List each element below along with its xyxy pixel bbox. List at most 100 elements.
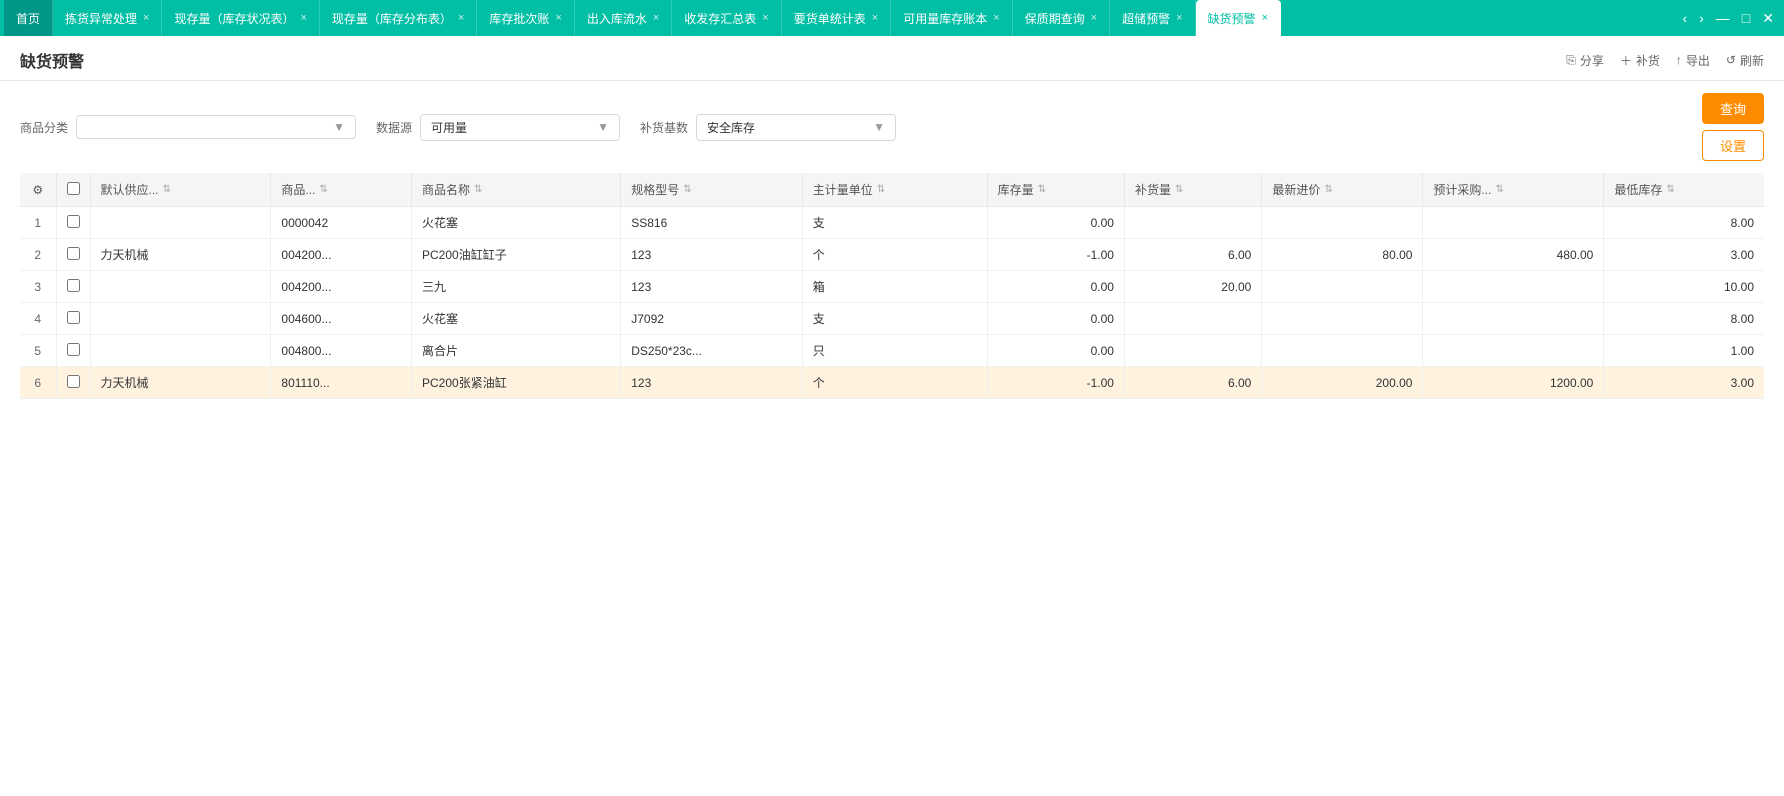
col-header-goods_name[interactable]: 商品名称⇅	[412, 173, 621, 207]
cell-latest_price-0	[1262, 207, 1423, 239]
col-header-latest_price[interactable]: 最新进价 ⇅	[1262, 173, 1423, 207]
settings-button[interactable]: 设置	[1702, 130, 1764, 161]
tab-item-10[interactable]: 超储预警×	[1110, 0, 1195, 36]
sort-icon-spec[interactable]: ⇅	[683, 184, 691, 195]
refresh-button[interactable]: ↺ 刷新	[1726, 52, 1764, 69]
checkbox-input-5[interactable]	[67, 375, 80, 388]
page-header: 缺货预警 ⎘ 分享 ＋ 补货 ↑ 导出 ↺ 刷新	[0, 36, 1784, 81]
cell-est_purchase-3	[1423, 303, 1604, 335]
cell-min_stock-4: 1.00	[1604, 335, 1764, 367]
tab-close-3[interactable]: ×	[458, 12, 464, 24]
tab-item-3[interactable]: 现存量（库存分布表）×	[320, 0, 477, 36]
filter-row: 商品分类 ▼ 数据源 可用量 ▼ 补货基数 安全库存 ▼ 查询 设置	[0, 81, 1784, 173]
tab-close-2[interactable]: ×	[300, 12, 306, 24]
datasource-label: 数据源	[376, 119, 412, 136]
row-num-0: 1	[20, 207, 56, 239]
datasource-select[interactable]: 可用量 ▼	[420, 114, 620, 141]
sort-icon-goods_name[interactable]: ⇅	[474, 184, 482, 195]
cell-unit-4: 只	[802, 335, 987, 367]
tab-close-7[interactable]: ×	[872, 12, 878, 24]
col-label-min_stock: 最低库存	[1614, 181, 1662, 198]
sort-icon-latest_price[interactable]: ⇅	[1324, 184, 1332, 195]
cell-latest_price-4	[1262, 335, 1423, 367]
col-header-spec[interactable]: 规格型号⇅	[621, 173, 803, 207]
sort-icon-supplier[interactable]: ⇅	[163, 184, 171, 195]
export-icon: ↑	[1676, 53, 1682, 67]
cell-replenish-3	[1124, 303, 1261, 335]
col-header-stock[interactable]: 库存量⇅	[987, 173, 1124, 207]
tab-close-11[interactable]: ×	[1262, 12, 1268, 24]
export-button[interactable]: ↑ 导出	[1676, 52, 1710, 69]
sort-icon-stock[interactable]: ⇅	[1038, 184, 1046, 195]
category-filter-group: 商品分类 ▼	[20, 115, 356, 139]
col-header-checkbox	[56, 173, 90, 207]
col-header-min_stock[interactable]: 最低库存 ⇅	[1604, 173, 1764, 207]
row-checkbox-1[interactable]	[56, 239, 90, 271]
datasource-filter-group: 数据源 可用量 ▼	[376, 114, 620, 141]
main-content: 缺货预警 ⎘ 分享 ＋ 补货 ↑ 导出 ↺ 刷新 商品分类	[0, 36, 1784, 796]
window-maximize-btn[interactable]: □	[1736, 0, 1756, 36]
row-checkbox-4[interactable]	[56, 335, 90, 367]
tab-item-8[interactable]: 可用量库存账本×	[891, 0, 1012, 36]
tab-item-0[interactable]: 首页	[4, 0, 53, 36]
sort-icon-replenish[interactable]: ⇅	[1175, 184, 1183, 195]
replenish-base-select[interactable]: 安全库存 ▼	[696, 114, 896, 141]
gear-icon[interactable]: ⚙	[32, 183, 43, 197]
replenish-base-value: 安全库存	[707, 119, 755, 136]
cell-spec-0: SS816	[621, 207, 803, 239]
tab-prev-btn[interactable]: ‹	[1676, 0, 1693, 36]
checkbox-input-3[interactable]	[67, 311, 80, 324]
row-checkbox-0[interactable]	[56, 207, 90, 239]
category-select[interactable]: ▼	[76, 115, 356, 139]
tab-close-9[interactable]: ×	[1091, 12, 1097, 24]
replenish-button[interactable]: ＋ 补货	[1620, 52, 1660, 69]
tab-item-5[interactable]: 出入库流水×	[575, 0, 672, 36]
window-close-btn[interactable]: ✕	[1756, 0, 1780, 36]
col-header-goods_code[interactable]: 商品...⇅	[271, 173, 412, 207]
tab-item-4[interactable]: 库存批次账×	[477, 0, 574, 36]
cell-unit-1: 个	[802, 239, 987, 271]
tab-item-9[interactable]: 保质期查询×	[1013, 0, 1110, 36]
checkbox-input-2[interactable]	[67, 279, 80, 292]
table-row: 5004800...离合片DS250*23c...只0.001.00	[20, 335, 1764, 367]
col-header-supplier[interactable]: 默认供应...⇅	[90, 173, 271, 207]
col-header-replenish[interactable]: 补货量⇅	[1124, 173, 1261, 207]
cell-latest_price-5: 200.00	[1262, 367, 1423, 399]
col-label-latest_price: 最新进价	[1272, 181, 1320, 198]
checkbox-input-0[interactable]	[67, 215, 80, 228]
cell-goods_name-1: PC200油缸缸子	[412, 239, 621, 271]
tab-item-2[interactable]: 现存量（库存状况表）×	[162, 0, 319, 36]
tab-close-8[interactable]: ×	[993, 12, 999, 24]
share-button[interactable]: ⎘ 分享	[1566, 52, 1604, 69]
query-button[interactable]: 查询	[1702, 93, 1764, 124]
tab-item-6[interactable]: 收发存汇总表×	[672, 0, 781, 36]
sort-icon-est_purchase[interactable]: ⇅	[1495, 184, 1503, 195]
col-header-unit[interactable]: 主计量单位⇅	[802, 173, 987, 207]
tab-close-5[interactable]: ×	[653, 12, 659, 24]
tab-item-1[interactable]: 拣货异常处理×	[53, 0, 162, 36]
cell-supplier-2	[90, 271, 271, 303]
sort-icon-goods_code[interactable]: ⇅	[319, 184, 327, 195]
tab-close-4[interactable]: ×	[555, 12, 561, 24]
select-all-checkbox[interactable]	[67, 182, 80, 195]
col-header-est_purchase[interactable]: 预计采购...⇅	[1423, 173, 1604, 207]
tab-close-10[interactable]: ×	[1176, 12, 1182, 24]
table-row: 3004200...三九123箱0.0020.0010.00	[20, 271, 1764, 303]
tab-next-btn[interactable]: ›	[1693, 0, 1710, 36]
row-checkbox-2[interactable]	[56, 271, 90, 303]
sort-icon-min_stock[interactable]: ⇅	[1666, 184, 1674, 195]
tab-close-6[interactable]: ×	[762, 12, 768, 24]
tab-close-1[interactable]: ×	[143, 12, 149, 24]
sort-icon-unit[interactable]: ⇅	[877, 184, 885, 195]
page-title: 缺货预警	[20, 48, 1566, 72]
row-checkbox-5[interactable]	[56, 367, 90, 399]
cell-goods_code-4: 004800...	[271, 335, 412, 367]
cell-replenish-1: 6.00	[1124, 239, 1261, 271]
window-minimize-btn[interactable]: —	[1710, 0, 1736, 36]
tab-item-11[interactable]: 缺货预警×	[1196, 0, 1281, 36]
checkbox-input-4[interactable]	[67, 343, 80, 356]
tab-item-7[interactable]: 要货单统计表×	[782, 0, 891, 36]
cell-est_purchase-1: 480.00	[1423, 239, 1604, 271]
checkbox-input-1[interactable]	[67, 247, 80, 260]
row-checkbox-3[interactable]	[56, 303, 90, 335]
